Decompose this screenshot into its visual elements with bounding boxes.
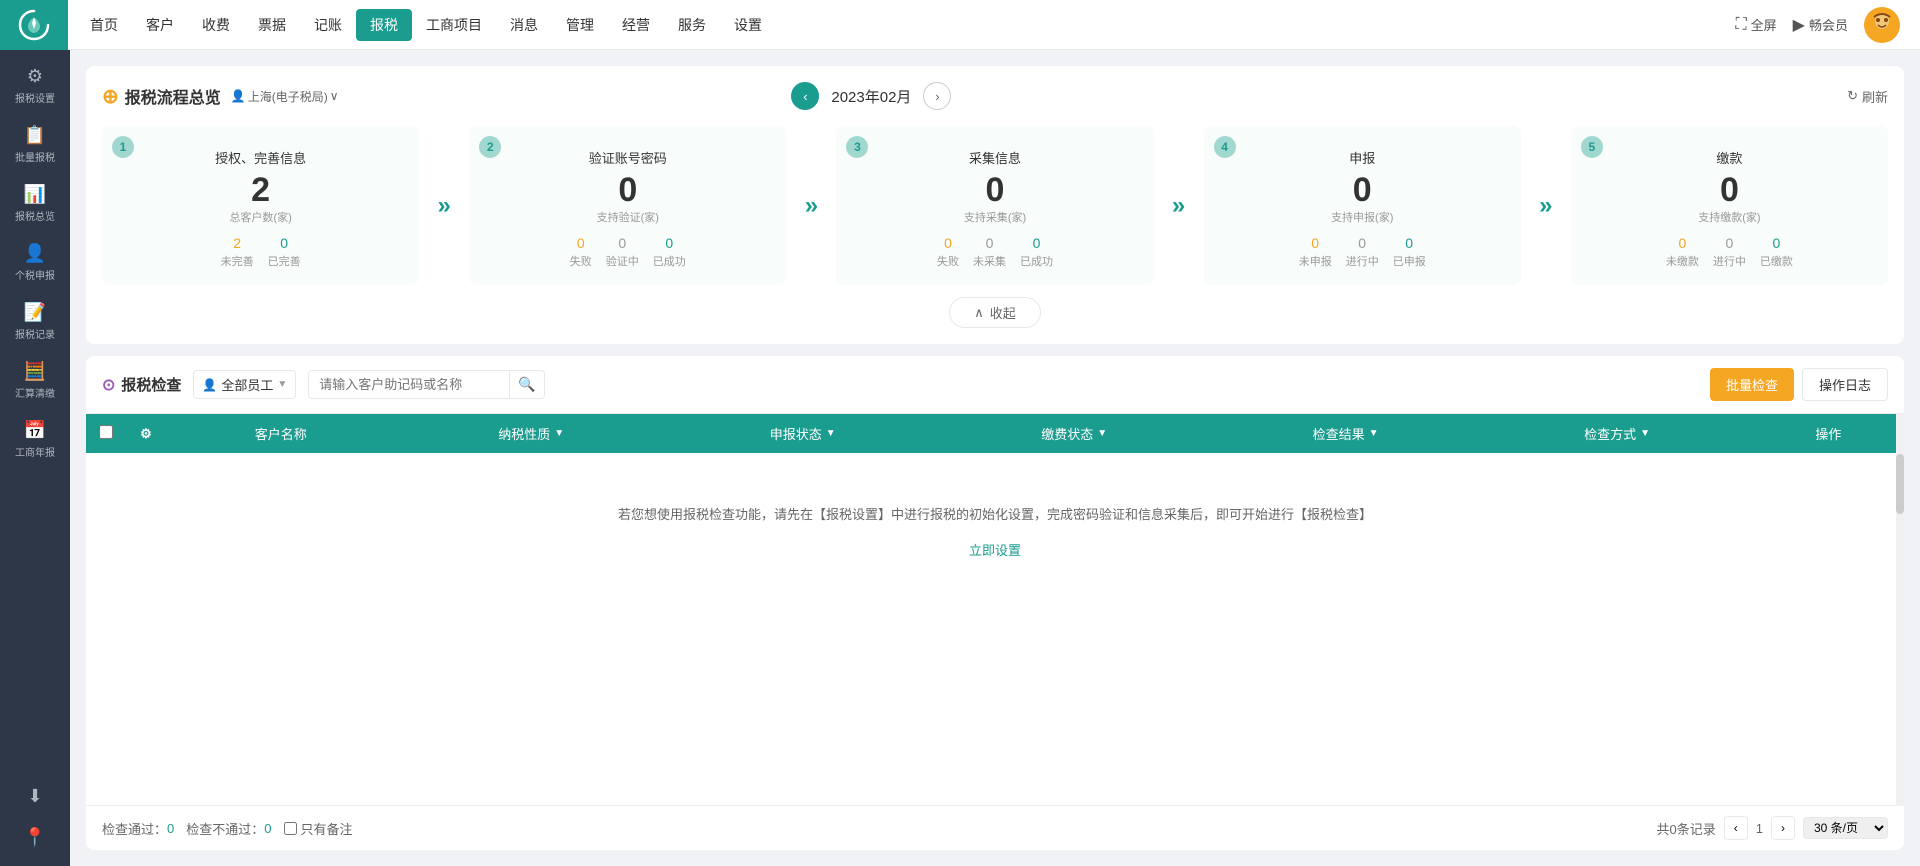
top-nav: 首页客户收费票据记账报税工商项目消息管理经营服务设置 ⛶ 全屏 ▶ 畅会员	[68, 0, 1920, 50]
nav-item-报税[interactable]: 报税	[356, 9, 412, 41]
process-arrow-1: »	[419, 126, 469, 285]
location-tag[interactable]: 👤 上海(电子税局) ∨	[231, 88, 339, 105]
empty-state: 若您想使用报税检查功能，请先在【报税设置】中进行报税的初始化设置，完成密码验证和…	[86, 453, 1904, 609]
current-month: 2023年02月	[831, 86, 911, 107]
process-step-4: 5 缴款 0 支持缴款(家) 0 未缴款 0 进行中 0 已缴款	[1571, 126, 1888, 285]
process-arrow-2: »	[786, 126, 836, 285]
check-card: ⊙ 报税检查 👤 全部员工 ▼ 🔍 批量检查 操作日志	[86, 356, 1904, 850]
search-input[interactable]	[309, 372, 509, 397]
process-step-1: 2 验证账号密码 0 支持验证(家) 0 失败 0 验证中 0 已成功	[469, 126, 786, 285]
refresh-icon: ↻	[1847, 88, 1858, 104]
sidebar-item-批量报税[interactable]: 📋批量报税	[0, 115, 70, 174]
sidebar-item-报税记录[interactable]: 📝报税记录	[0, 292, 70, 351]
settings-icon[interactable]: ⚙	[140, 426, 152, 441]
collapse-button[interactable]: ∧ 收起	[949, 297, 1041, 328]
nav-item-收费[interactable]: 收费	[188, 0, 244, 50]
member-button[interactable]: ▶ 畅会员	[1793, 15, 1848, 35]
nav-item-设置[interactable]: 设置	[720, 0, 776, 50]
sidebar-item-汇算清缴[interactable]: 🧮汇算清缴	[0, 351, 70, 410]
nav-item-工商项目[interactable]: 工商项目	[412, 0, 496, 50]
content-area: ⊕ 报税流程总览 👤 上海(电子税局) ∨ ‹ 2023年02月 › ↻ 刷新	[70, 50, 1920, 866]
sidebar: ⚙报税设置📋批量报税📊报税总览👤个税申报📝报税记录🧮汇算清缴📅工商年报 ⬇ 📍	[0, 50, 70, 866]
check-header: ⊙ 报税检查 👤 全部员工 ▼ 🔍 批量检查 操作日志	[86, 356, 1904, 414]
sidebar-item-download[interactable]: ⬇	[20, 778, 50, 815]
col-tax-type: 纳税性质 ▼	[395, 414, 666, 453]
chevron-up-icon: ∧	[974, 305, 984, 321]
sidebar-item-报税设置[interactable]: ⚙报税设置	[0, 56, 70, 115]
batch-check-button[interactable]: 批量检查	[1710, 368, 1794, 401]
search-box: 🔍	[308, 370, 544, 399]
fail-label: 检查不通过：	[186, 819, 264, 838]
has-note-label: 只有备注	[284, 819, 353, 838]
fullscreen-button[interactable]: ⛶ 全屏	[1735, 15, 1776, 34]
operation-log-button[interactable]: 操作日志	[1802, 368, 1888, 401]
overview-title: ⊕ 报税流程总览	[102, 84, 221, 109]
avatar	[1864, 7, 1900, 43]
col-pay-status: 缴费状态 ▼	[938, 414, 1209, 453]
overview-card: ⊕ 报税流程总览 👤 上海(电子税局) ∨ ‹ 2023年02月 › ↻ 刷新	[86, 66, 1904, 344]
select-all-checkbox[interactable]	[99, 425, 113, 439]
search-button[interactable]: 🔍	[509, 371, 543, 398]
pass-count[interactable]: 0	[167, 821, 174, 836]
prev-month-button[interactable]: ‹	[791, 82, 819, 110]
col-operation: 操作	[1753, 414, 1904, 453]
process-step-0: 1 授权、完善信息 2 总客户数(家) 2 未完善 0 已完善	[102, 126, 419, 285]
prev-page-button[interactable]: ‹	[1724, 816, 1748, 840]
next-page-button[interactable]: ›	[1771, 816, 1795, 840]
current-page: 1	[1756, 821, 1763, 836]
logo	[0, 0, 68, 50]
table-wrapper: ⚙ 客户名称 纳税性质 ▼ 申报状态 ▼	[86, 414, 1904, 805]
sidebar-item-location[interactable]: 📍	[20, 819, 50, 856]
employee-icon: 👤	[202, 378, 217, 392]
per-page-select[interactable]: 30 条/页 50 条/页 100 条/页	[1803, 817, 1888, 839]
nav-item-票据[interactable]: 票据	[244, 0, 300, 50]
total-records: 共0条记录	[1657, 819, 1716, 838]
setup-link[interactable]: 立即设置	[969, 540, 1021, 559]
process-arrow-4: »	[1521, 126, 1571, 285]
location-icon: 👤	[231, 89, 246, 103]
plus-circle-icon: ⊕	[102, 84, 119, 109]
fail-count[interactable]: 0	[264, 821, 271, 836]
next-month-button[interactable]: ›	[923, 82, 951, 110]
nav-item-管理[interactable]: 管理	[552, 0, 608, 50]
nav-item-消息[interactable]: 消息	[496, 0, 552, 50]
check-footer: 检查通过： 0 检查不通过： 0 只有备注 共0条记录 ‹ 1 › 30 条/页…	[86, 805, 1904, 850]
pass-label: 检查通过：	[102, 819, 167, 838]
process-step-2: 3 采集信息 0 支持采集(家) 0 失败 0 未采集 0 已成功	[836, 126, 1153, 285]
has-note-checkbox[interactable]	[284, 822, 297, 835]
nav-item-经营[interactable]: 经营	[608, 0, 664, 50]
nav-item-服务[interactable]: 服务	[664, 0, 720, 50]
col-customer-name: 客户名称	[166, 414, 395, 453]
dropdown-icon: ▼	[277, 379, 287, 390]
col-declare-status: 申报状态 ▼	[667, 414, 938, 453]
process-step-3: 4 申报 0 支持申报(家) 0 未申报 0 进行中 0 已申报	[1204, 126, 1521, 285]
process-steps: 1 授权、完善信息 2 总客户数(家) 2 未完善 0 已完善 » 2 验证账号…	[102, 126, 1888, 285]
nav-item-客户[interactable]: 客户	[132, 0, 188, 50]
employee-filter[interactable]: 👤 全部员工 ▼	[193, 370, 296, 399]
sidebar-item-工商年报[interactable]: 📅工商年报	[0, 410, 70, 469]
nav-item-记账[interactable]: 记账	[300, 0, 356, 50]
sidebar-item-报税总览[interactable]: 📊报税总览	[0, 174, 70, 233]
sidebar-item-个税申报[interactable]: 👤个税申报	[0, 233, 70, 292]
nav-item-首页[interactable]: 首页	[76, 0, 132, 50]
col-check-method: 检查方式 ▼	[1481, 414, 1752, 453]
process-arrow-3: »	[1154, 126, 1204, 285]
month-nav: ‹ 2023年02月 ›	[791, 82, 951, 110]
check-table: ⚙ 客户名称 纳税性质 ▼ 申报状态 ▼	[86, 414, 1904, 609]
refresh-button[interactable]: ↻ 刷新	[1847, 87, 1888, 106]
check-title-icon: ⊙	[102, 375, 115, 395]
check-title: ⊙ 报税检查	[102, 374, 181, 395]
col-check-result: 检查结果 ▼	[1210, 414, 1481, 453]
